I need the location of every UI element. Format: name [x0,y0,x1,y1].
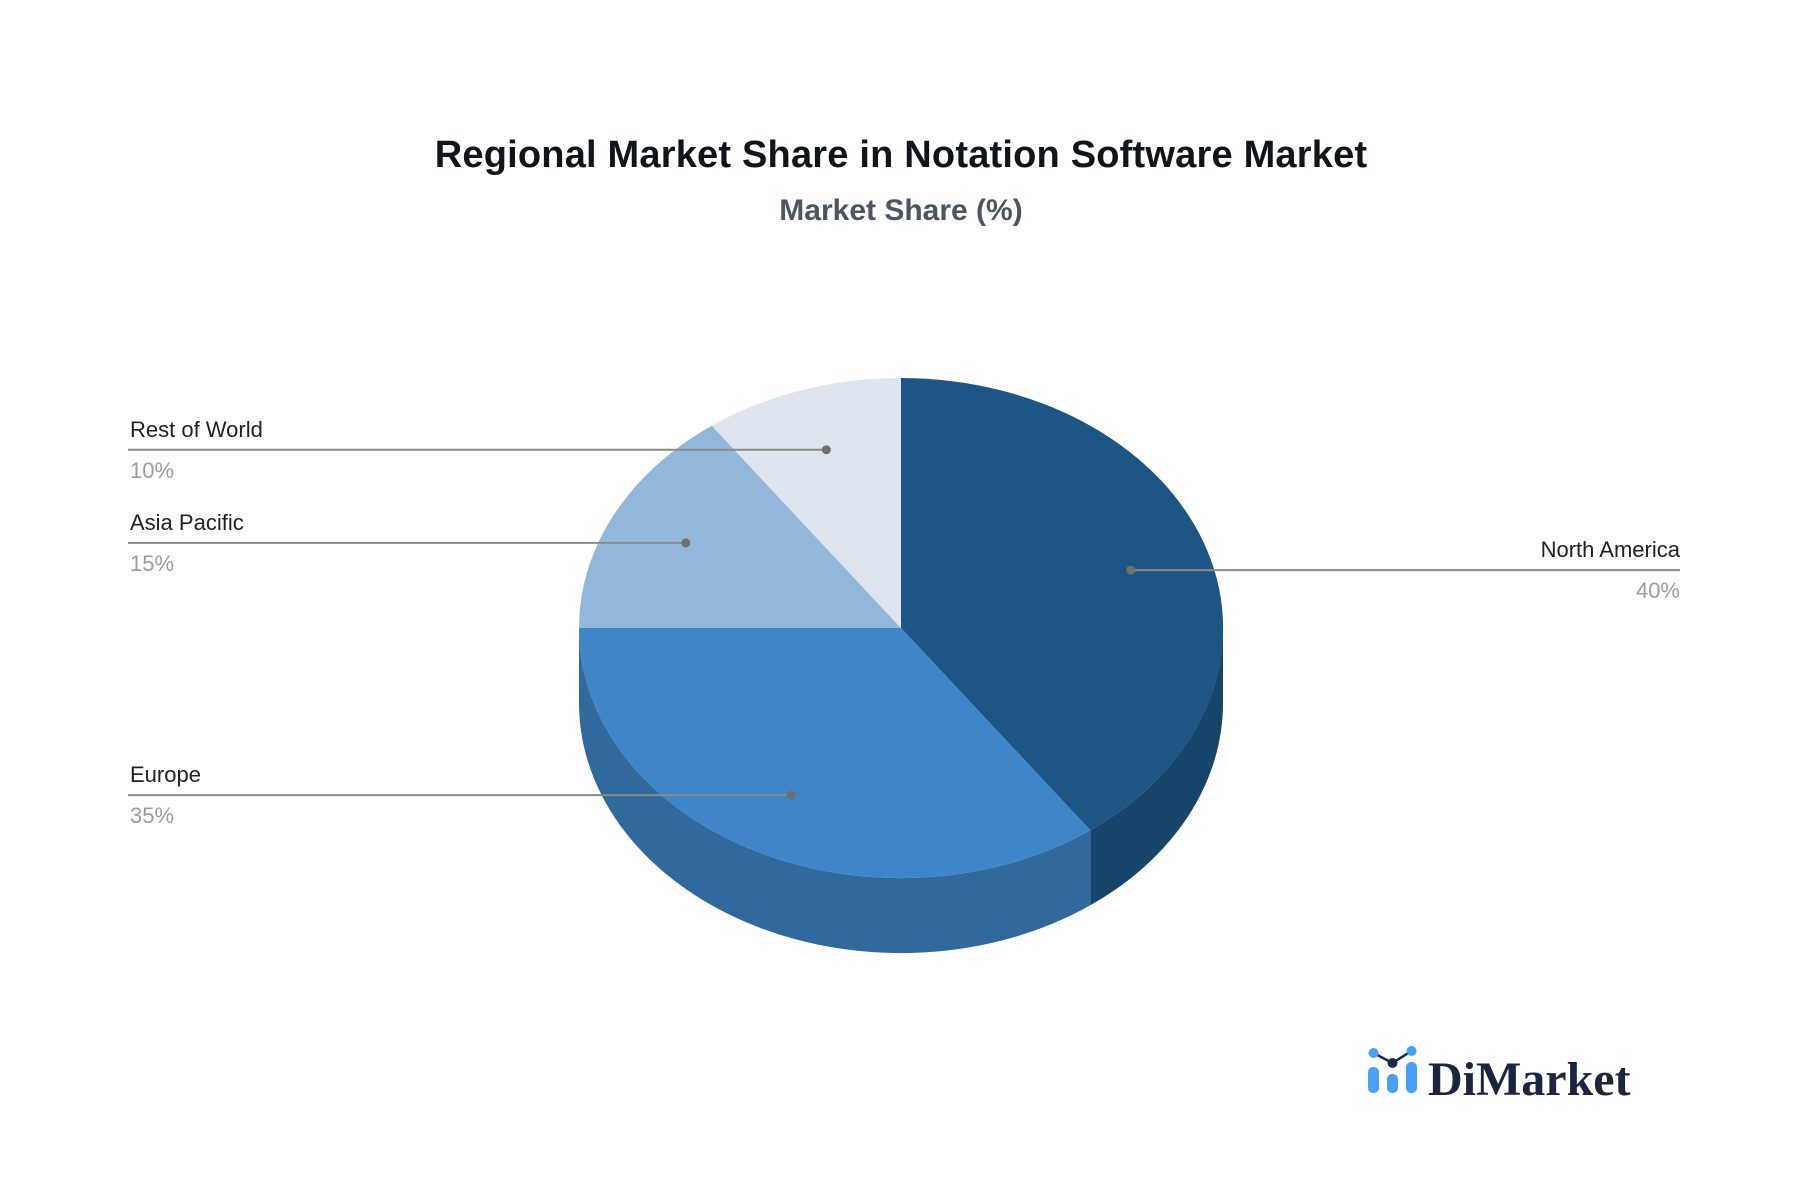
pie-slice-label-value: 35% [130,803,175,829]
pie-slice-label-value: 15% [130,550,175,576]
pie-slice-label-name: Asia Pacific [130,509,244,535]
pie-slice-label-name: Rest of World [130,416,263,442]
pie-slice-label-name: North America [1540,537,1680,563]
pie-labels-layer: North America 40% Europe 35% Asia Pacific 15%… [0,0,1800,1196]
brand-name: DiMarket [1428,1053,1631,1106]
chart-canvas: Regional Market Share in Notation Softwa… [0,0,1800,1196]
pie-slice-label-value: 40% [1635,578,1680,604]
dimarket-logo: DiMarket [1363,1046,1703,1106]
pie-slice-label-value: 10% [130,457,175,483]
bar-chart-trend-icon [1368,1046,1417,1093]
pie-slice-label-name: Europe [130,762,201,788]
